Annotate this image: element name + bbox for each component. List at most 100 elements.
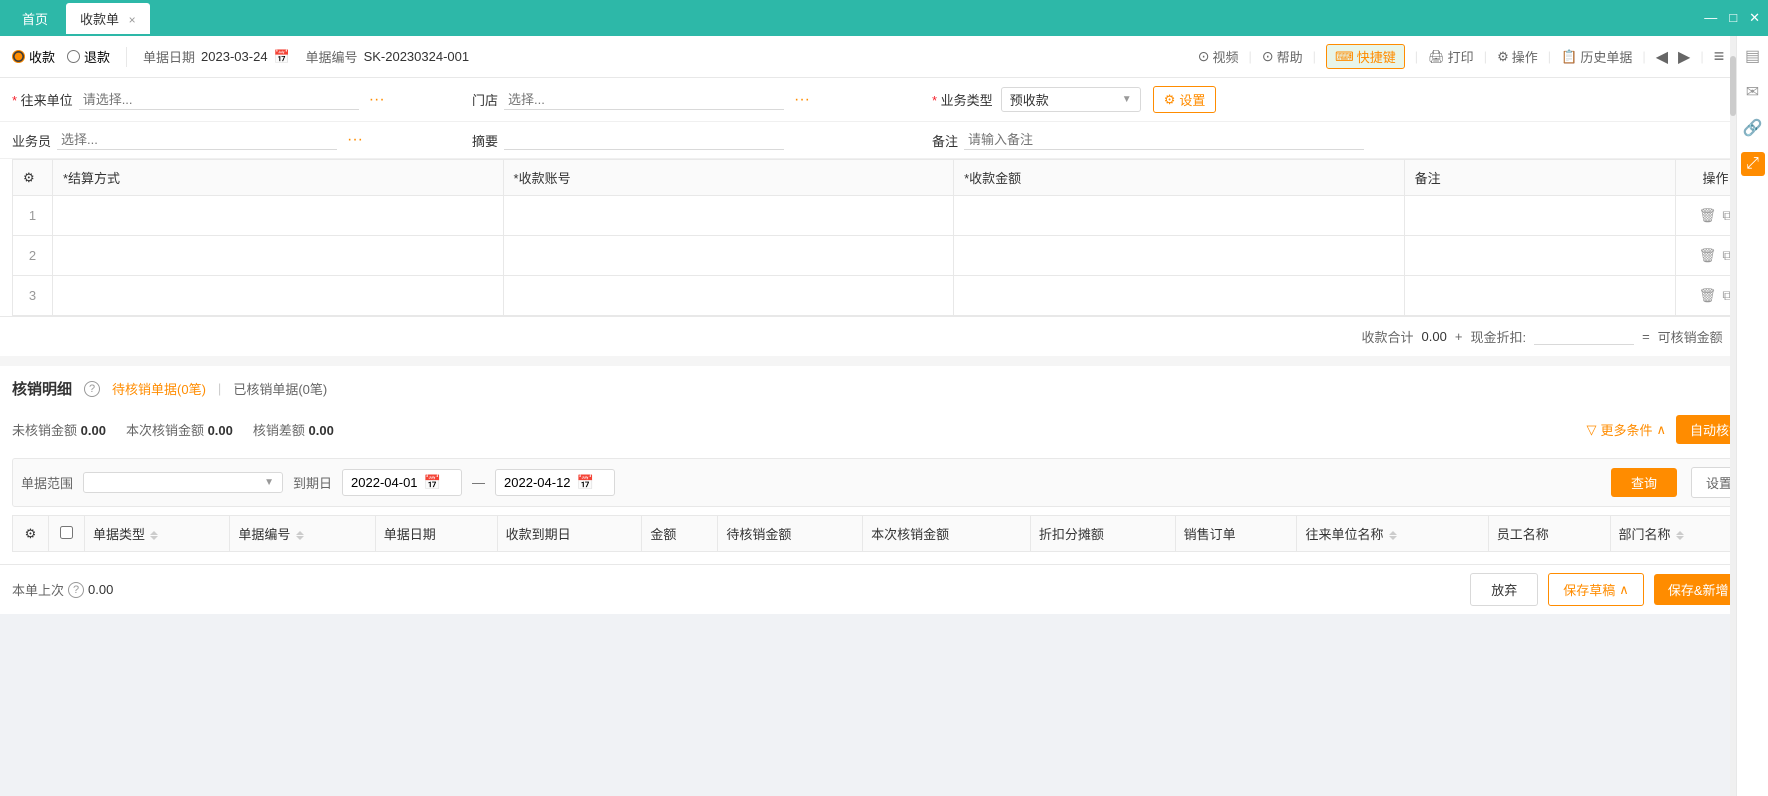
sort-wanglaiwc-icon[interactable]: [1389, 531, 1397, 540]
bottom-info-icon[interactable]: ?: [68, 582, 84, 598]
th-shoukuan-zhanghao: *收款账号: [503, 160, 954, 196]
scroll-indicator: [1730, 36, 1736, 796]
calendar-to-icon[interactable]: 📅: [577, 474, 594, 491]
toolbar-history[interactable]: 📋历史单据: [1561, 47, 1632, 66]
bt-wanglaiwc-th: 往来单位名称: [1297, 516, 1488, 552]
row-num-2: 2: [13, 236, 53, 276]
hexiao-info-icon[interactable]: ?: [84, 381, 100, 397]
toolbar-video[interactable]: ⊙ 视频: [1198, 47, 1239, 66]
sort-danjuleixing-icon[interactable]: [150, 531, 158, 540]
daodao-label: 到期日: [293, 473, 332, 492]
row1-beizhu[interactable]: [1404, 196, 1675, 236]
maximize-icon[interactable]: □: [1729, 10, 1737, 26]
save-draft-chevron-icon: ∧: [1619, 582, 1629, 598]
yewuyuan-input[interactable]: [57, 130, 337, 150]
sidebar-table-icon[interactable]: ▤: [1741, 44, 1765, 68]
sort-danjubianhao-icon[interactable]: [296, 531, 304, 540]
radio-tuikuan[interactable]: 退款: [67, 47, 110, 66]
zhaiyao-input[interactable]: [504, 130, 784, 150]
row2-zhanghao[interactable]: [503, 236, 954, 276]
beizhu-input[interactable]: [964, 130, 1364, 150]
row2-jiesuan[interactable]: [53, 236, 504, 276]
bill-no-field: 单据编号 SK-20230324-001: [306, 47, 470, 66]
table-row: 2 🗑 ⧉: [13, 236, 1756, 276]
row3-jine[interactable]: [954, 276, 1405, 316]
bt-gear-th[interactable]: ⚙: [13, 516, 49, 552]
stat-benci: 本次核销金额 0.00: [126, 420, 233, 439]
hexiao-tab-done[interactable]: 已核销单据(0笔): [233, 379, 327, 398]
bt-danjuriqi-th: 单据日期: [375, 516, 497, 552]
radio-shoukuan[interactable]: 收款: [12, 47, 55, 66]
yewuleixing-select[interactable]: 预收款 ▼: [1001, 87, 1141, 112]
toolbar: 收款 退款 单据日期 2023-03-24 📅 单据编号 SK-20230324…: [0, 36, 1768, 78]
row1-jine[interactable]: [954, 196, 1405, 236]
fanwei-chevron-icon: ▼: [264, 477, 274, 488]
summary-row: 收款合计 0.00 + 现金折扣: = 可核销金额 0.00: [0, 316, 1768, 356]
mendian-more-btn[interactable]: ···: [790, 91, 814, 109]
calendar-icon[interactable]: 📅: [274, 49, 290, 65]
toolbar-print[interactable]: 🖨打印: [1428, 47, 1474, 66]
chevron-down-icon: ▼: [1122, 94, 1132, 105]
xianjin-zhekou-input[interactable]: [1534, 329, 1634, 345]
date-from-input[interactable]: 2022-04-01 📅: [342, 469, 462, 496]
save-draft-button[interactable]: 保存草稿 ∧: [1548, 573, 1644, 606]
calendar-from-icon[interactable]: 📅: [424, 474, 441, 491]
table-gear-th[interactable]: ⚙: [13, 160, 53, 196]
toolbar-list-view[interactable]: ≡: [1714, 46, 1725, 67]
nav-tab-home[interactable]: 首页: [8, 3, 62, 34]
row1-zhanghao[interactable]: [503, 196, 954, 236]
bt-yuangong-th: 员工名称: [1488, 516, 1610, 552]
radio-shoukuan-input[interactable]: [12, 50, 25, 63]
date-to-input[interactable]: 2022-04-12 📅: [495, 469, 615, 496]
nav-tab-shoukudan[interactable]: 收款单 ×: [66, 3, 150, 34]
row3-jiesuan[interactable]: [53, 276, 504, 316]
settings-button[interactable]: ⚙ 设置: [1153, 86, 1217, 113]
danwei-input[interactable]: [79, 90, 359, 110]
minimize-icon[interactable]: —: [1704, 10, 1717, 26]
discard-button[interactable]: 放弃: [1470, 573, 1538, 606]
row-num-1: 1: [13, 196, 53, 236]
toolbar-prev[interactable]: ◀: [1656, 47, 1668, 67]
query-button[interactable]: 查询: [1611, 468, 1677, 497]
shoukuan-heji-label: 收款合计: [1362, 327, 1414, 346]
sidebar-link-icon[interactable]: 🔗: [1741, 116, 1765, 140]
th-shoukuan-jine: *收款金额: [954, 160, 1405, 196]
range-filter: 单据范围 ▼ 到期日 2022-04-01 📅 — 2022-04-12 📅 查…: [12, 458, 1756, 507]
more-conditions-btn[interactable]: ▽ 更多条件 ∧: [1586, 420, 1666, 439]
toolbar-help[interactable]: ⊙ 帮助: [1262, 47, 1303, 66]
mendian-label: 门店: [472, 90, 498, 109]
bt-checkbox-th[interactable]: [49, 516, 85, 552]
toolbar-ops[interactable]: ⚙操作: [1497, 47, 1538, 66]
radio-tuikuan-input[interactable]: [67, 50, 80, 63]
danwei-label: 往来单位: [12, 90, 73, 109]
yewuyuan-more-btn[interactable]: ···: [343, 131, 367, 149]
sort-bumen-icon[interactable]: [1676, 531, 1684, 540]
row3-delete-icon[interactable]: 🗑: [1699, 287, 1717, 304]
row3-zhanghao[interactable]: [503, 276, 954, 316]
sidebar-mail-icon[interactable]: ✉: [1741, 80, 1765, 104]
plus-label: +: [1455, 329, 1463, 344]
close-tab-icon[interactable]: ×: [129, 13, 136, 27]
row3-beizhu[interactable]: [1404, 276, 1675, 316]
zhaiyao-field: 摘要: [472, 130, 892, 150]
beizhu-label: 备注: [932, 131, 958, 150]
mendian-input[interactable]: [504, 90, 784, 110]
close-window-icon[interactable]: ✕: [1749, 10, 1760, 26]
hexiao-tab-pending[interactable]: 待核销单据(0笔): [112, 379, 206, 398]
danwei-more-btn[interactable]: ···: [365, 91, 389, 109]
bt-shoukuandaori-th: 收款到期日: [497, 516, 642, 552]
bt-select-all-checkbox[interactable]: [60, 526, 73, 539]
dandju-fanwei-select[interactable]: ▼: [83, 472, 283, 493]
sidebar-expand-icon[interactable]: ⤢: [1741, 152, 1765, 176]
scroll-thumb[interactable]: [1730, 56, 1736, 116]
toolbar-next[interactable]: ▶: [1678, 47, 1690, 67]
row2-beizhu[interactable]: [1404, 236, 1675, 276]
done-count: (0笔): [298, 382, 327, 397]
row1-delete-icon[interactable]: 🗑: [1699, 207, 1717, 224]
row2-jine[interactable]: [954, 236, 1405, 276]
row1-jiesuan[interactable]: [53, 196, 504, 236]
row2-delete-icon[interactable]: 🗑: [1699, 247, 1717, 264]
yewuleixing-field: 业务类型 预收款 ▼: [932, 87, 1141, 112]
toolbar-shortcut[interactable]: ⌨快捷键: [1326, 44, 1405, 69]
hexiao-stats: 未核销金额 0.00 本次核销金额 0.00 核销差额 0.00: [12, 414, 334, 445]
